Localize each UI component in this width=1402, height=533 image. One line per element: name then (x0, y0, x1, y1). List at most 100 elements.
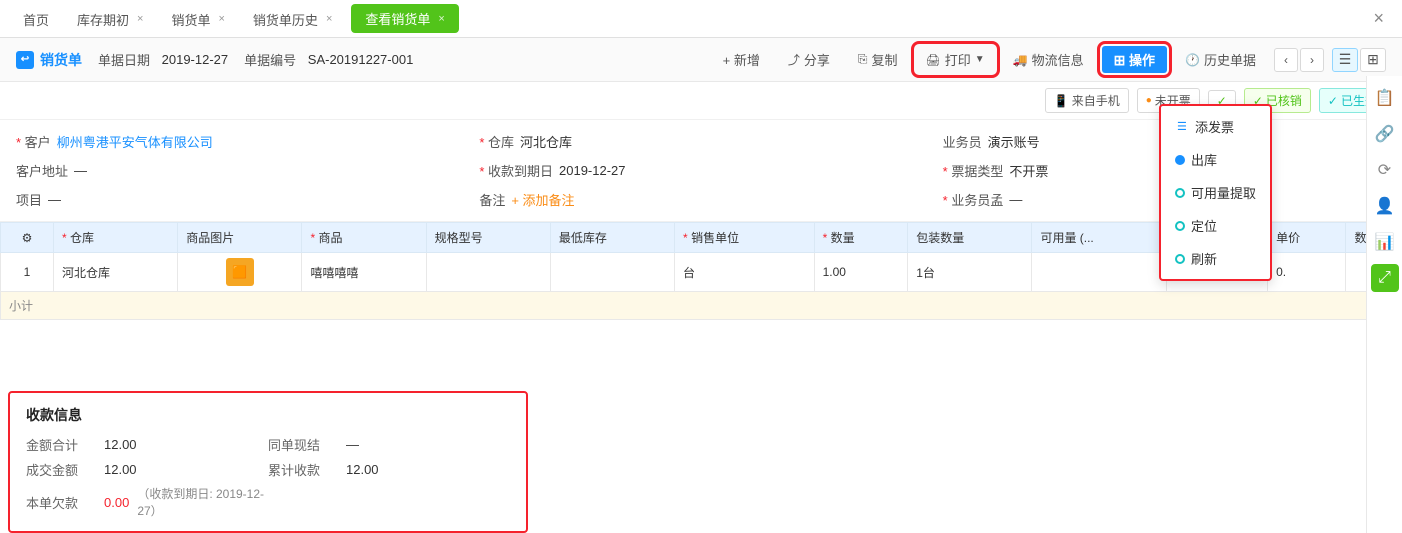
doc-number-label: 单据编号 SA-20191227-001 (244, 50, 413, 69)
staff-label: 业务员 (943, 132, 982, 151)
tab-home-label: 首页 (23, 10, 49, 29)
customer-label: 客户 (16, 132, 51, 151)
dropdown-add-invoice[interactable]: ☰ 添发票 (1161, 110, 1270, 143)
logistics-button[interactable]: 🚚 物流信息 (1003, 46, 1094, 73)
tab-bar: 首页 库存期初 × 销货单 × 销货单历史 × 查看销货单 × × (0, 0, 1402, 38)
outbound-icon (1175, 155, 1185, 165)
col-unit-price: 单价 (1268, 223, 1346, 253)
subtotal-label: 小计 (1, 292, 1402, 320)
history-button[interactable]: 🕐 历史单据 (1175, 46, 1266, 73)
row-available (1032, 253, 1166, 292)
cumulative-row: 累计收款 12.00 (268, 460, 510, 479)
warehouse-label: 仓库 (479, 132, 514, 151)
row-pack-qty: 1台 (908, 253, 1032, 292)
row-no: 1 (1, 253, 54, 292)
current-debt-row: 本单欠款 0.00 （收款到期日: 2019-12-27） (26, 485, 268, 519)
transaction-amount-value: 12.00 (104, 462, 137, 477)
address-value: — (74, 163, 87, 178)
row-unit-price: 0. (1268, 253, 1346, 292)
tab-sales-order[interactable]: 销货单 × (158, 3, 237, 35)
same-order-value: — (346, 437, 359, 452)
payment-info-title: 收款信息 (26, 405, 510, 425)
col-product: 商品 (302, 223, 426, 253)
sidebar-icon-clipboard[interactable]: 📋 (1371, 84, 1399, 112)
tab-sales-close[interactable]: × (218, 13, 224, 25)
refresh-label: 刷新 (1191, 249, 1217, 268)
doc-header: ↩ 销货单 单据日期 2019-12-27 单据编号 SA-20191227-0… (0, 38, 1402, 82)
dropdown-locate[interactable]: 定位 (1161, 209, 1270, 242)
same-order-label: 同单现结 (268, 435, 338, 454)
total-amount-label: 金额合计 (26, 435, 96, 454)
sidebar-icon-refresh[interactable]: ⟳ (1371, 156, 1399, 184)
tab-view-sales[interactable]: 查看销货单 × (351, 4, 458, 33)
tab-sales-label: 销货单 (171, 10, 210, 29)
col-quantity: 数量 (814, 223, 908, 253)
debt-note: （收款到期日: 2019-12-27） (137, 485, 268, 519)
row-product-image: 🟧 (178, 253, 302, 292)
sidebar-icon-user[interactable]: 👤 (1371, 192, 1399, 220)
refresh-icon (1175, 254, 1185, 264)
grid-view-button[interactable]: ⊞ (1360, 48, 1386, 72)
warehouse-field: 仓库 河北仓库 (479, 132, 922, 151)
nav-arrows: ‹ › (1274, 48, 1324, 72)
operate-dropdown-menu: ☰ 添发票 出库 可用量提取 定位 刷新 (1159, 104, 1272, 281)
row-warehouse: 河北仓库 (54, 253, 178, 292)
transaction-amount-row: 成交金额 12.00 (26, 460, 268, 479)
doc-title-section: ↩ 销货单 (16, 50, 82, 70)
col-pack-qty: 包装数量 (908, 223, 1032, 253)
current-debt-value: 0.00 (104, 495, 129, 510)
new-button[interactable]: + 新增 (713, 46, 770, 73)
tab-home[interactable]: 首页 (10, 3, 62, 35)
operate-button[interactable]: ⊞ 操作 (1102, 46, 1167, 73)
col-settings: ⚙ (1, 223, 54, 253)
cumulative-value: 12.00 (346, 462, 379, 477)
available-qty-label: 可用量提取 (1191, 183, 1256, 202)
payment-date-label: 收款到期日 (479, 161, 553, 180)
sidebar-icon-chart[interactable]: 📊 (1371, 228, 1399, 256)
locate-label: 定位 (1191, 216, 1217, 235)
payment-date-value: 2019-12-27 (559, 163, 626, 178)
tab-sales-history[interactable]: 销货单历史 × (240, 3, 345, 35)
print-icon: 🖨 (926, 53, 941, 67)
from-mobile-button[interactable]: 📱 来自手机 (1045, 88, 1129, 113)
same-order-row: 同单现结 — (268, 435, 510, 454)
tab-inventory-close[interactable]: × (137, 13, 143, 25)
project-field: 项目 — (16, 190, 459, 209)
sidebar-icon-expand[interactable]: ⤢ (1371, 264, 1399, 292)
salesperson-value: — (1009, 192, 1022, 207)
customer-field: 客户 柳州粤港平安气体有限公司 (16, 132, 459, 151)
current-debt-label: 本单欠款 (26, 493, 96, 512)
note-add-button[interactable]: + 添加备注 (511, 190, 574, 209)
share-button[interactable]: ⤴ 分享 (778, 46, 840, 73)
tab-inventory-init[interactable]: 库存期初 × (64, 3, 156, 35)
project-label: 项目 (16, 190, 42, 209)
outbound-label: 出库 (1191, 150, 1217, 169)
prev-button[interactable]: ‹ (1274, 48, 1298, 72)
window-close-button[interactable]: × (1365, 4, 1392, 33)
staff-value: 演示账号 (988, 132, 1040, 151)
col-available: 可用量 (... (1032, 223, 1166, 253)
dropdown-available-qty[interactable]: 可用量提取 (1161, 176, 1270, 209)
tab-view-label: 查看销货单 (365, 9, 430, 28)
list-view-button[interactable]: ☰ (1332, 48, 1358, 72)
print-button[interactable]: 🖨 打印 ▼ (916, 46, 995, 73)
doc-number-value: SA-20191227-001 (308, 52, 414, 67)
subtotal-row: 小计 (1, 292, 1402, 320)
customer-value[interactable]: 柳州粤港平安气体有限公司 (57, 132, 213, 151)
copy-button[interactable]: ⎘ 复制 (848, 46, 908, 73)
dropdown-refresh[interactable]: 刷新 (1161, 242, 1270, 275)
cumulative-label: 累计收款 (268, 460, 338, 479)
available-qty-icon (1175, 188, 1185, 198)
sidebar-icon-link[interactable]: 🔗 (1371, 120, 1399, 148)
doc-date-value: 2019-12-27 (162, 52, 229, 67)
next-button[interactable]: › (1300, 48, 1324, 72)
history-icon: 🕐 (1185, 53, 1200, 67)
mobile-icon: 📱 (1054, 94, 1069, 108)
tab-history-close[interactable]: × (326, 13, 332, 25)
tab-view-close[interactable]: × (438, 13, 444, 25)
transaction-amount-label: 成交金额 (26, 460, 96, 479)
doc-icon: ↩ (16, 51, 34, 69)
dropdown-outbound[interactable]: 出库 (1161, 143, 1270, 176)
col-min-stock: 最低库存 (550, 223, 674, 253)
print-dropdown-arrow: ▼ (975, 54, 985, 65)
